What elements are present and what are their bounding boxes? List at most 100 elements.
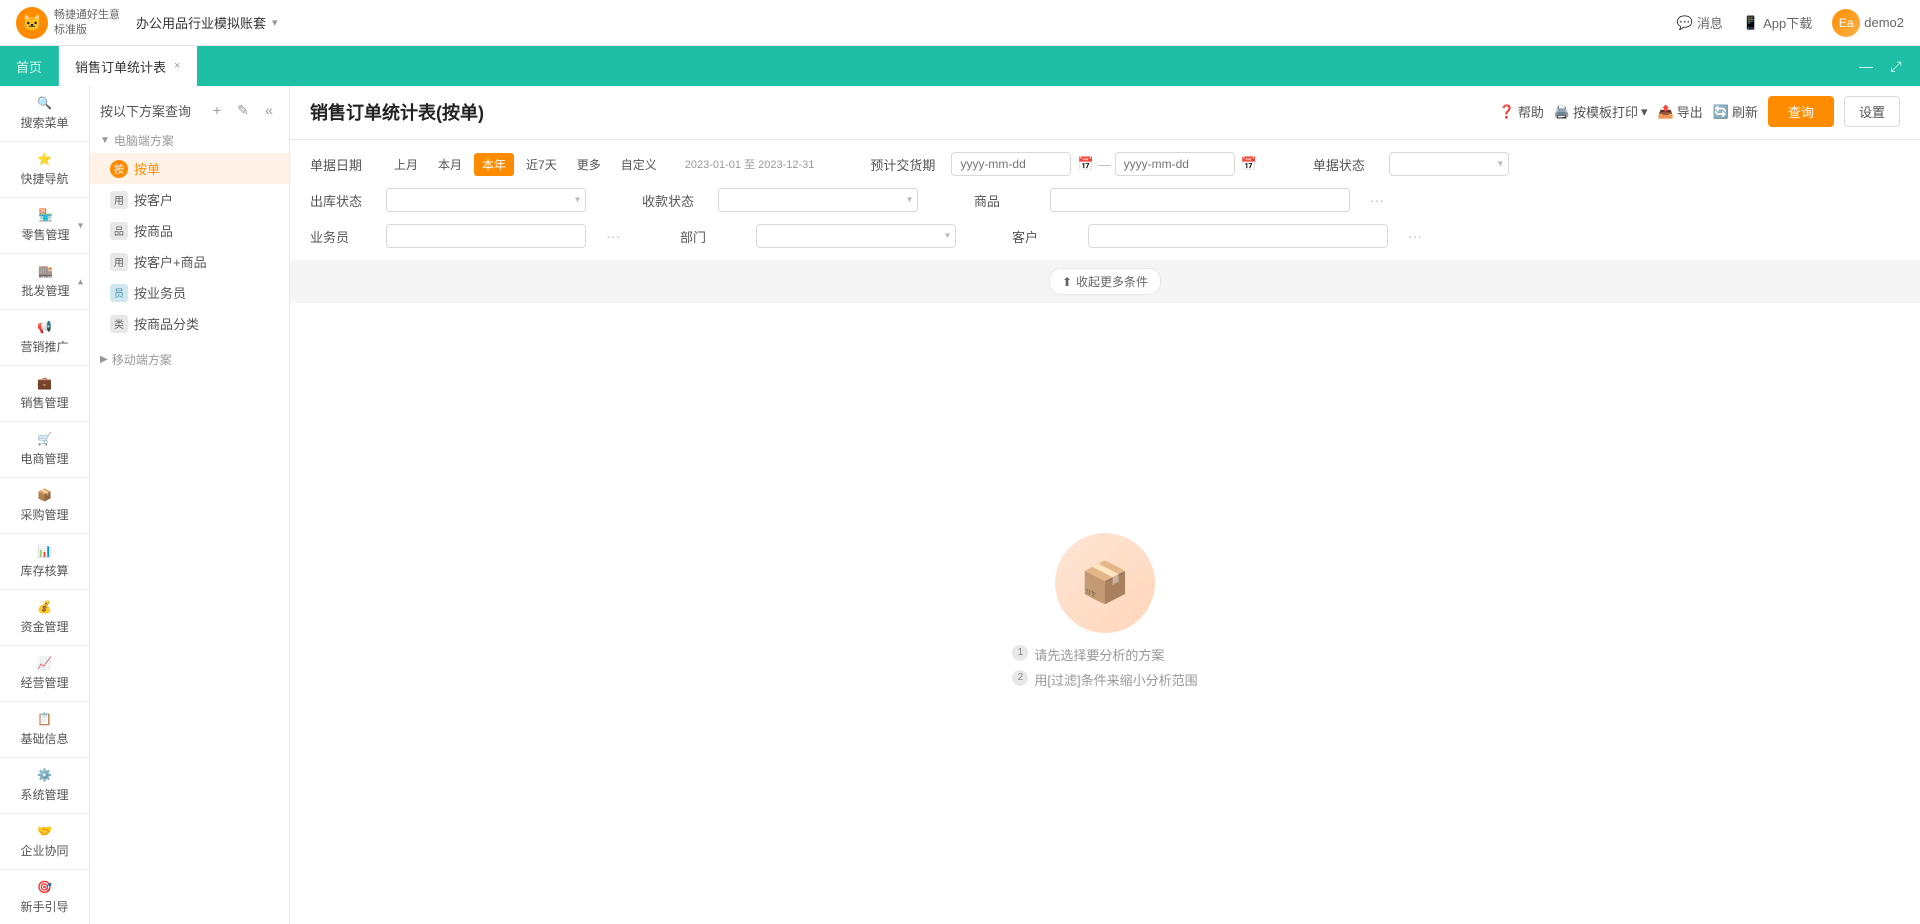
tree-item-by-customer[interactable]: 用 按客户 [90,184,289,215]
minimize-icon[interactable]: — [1854,54,1878,78]
sidebar-item-quick-nav[interactable]: ⭐ 快捷导航 [0,142,89,198]
help-icon: ❓ [1499,104,1515,120]
search-button[interactable]: 查询 [1768,96,1834,127]
tree-item-by-goods[interactable]: 品 按商品 [90,215,289,246]
goods-more-button[interactable]: ··· [1366,192,1388,208]
by-order-icon: 按 [110,160,128,178]
app-logo[interactable]: 🐱 畅捷通好生意 标准版 [16,7,120,39]
edit-scheme-button[interactable]: ✎ [233,100,253,120]
help-button[interactable]: ❓ 帮助 [1499,102,1544,121]
tree-item-by-customer-goods[interactable]: 用 按客户+商品 [90,246,289,277]
sidebar-item-onboarding[interactable]: 🎯 新手引导 [0,870,89,924]
collapse-panel-button[interactable]: « [259,100,279,120]
print-dropdown-icon: ▾ [1641,104,1648,120]
filter-row-people: 业务员 ··· 部门 ▾ 客户 ··· [310,224,1900,248]
page-header: 销售订单统计表(按单) ❓ 帮助 🖨️ 按模板打印 ▾ 📤 [290,86,1920,140]
page-selector-dropdown-icon[interactable]: ▾ [272,16,278,29]
app-download-button[interactable]: 📱 App下载 [1743,13,1812,32]
tab-home[interactable]: 首页 [0,46,59,86]
tree-item-by-order[interactable]: 按 按单 [90,153,289,184]
user-profile[interactable]: Ea demo2 [1832,9,1904,37]
logo-icon: 🐱 [16,7,48,39]
nav-tab-icons: — ⤢ [1842,46,1920,86]
calendar-end-icon[interactable]: 📅 [1241,156,1257,172]
delivery-status-select-wrapper: ▾ [386,188,586,212]
export-icon: 📤 [1658,104,1674,120]
maximize-icon[interactable]: ⤢ [1884,54,1908,78]
sidebar-item-search-menu[interactable]: 🔍 搜索菜单 [0,86,89,142]
retail-icon: 🏪 [38,208,53,222]
department-label: 部门 [680,227,740,246]
sidebar-item-purchase[interactable]: 📦 采购管理 [0,478,89,534]
payment-status-label: 收款状态 [642,191,702,210]
print-icon: 🖨️ [1554,104,1570,120]
calendar-start-icon[interactable]: 📅 [1077,156,1093,172]
department-select-wrapper: ▾ [756,224,956,248]
status-select[interactable] [1389,152,1509,176]
sidebar-item-basic-info[interactable]: 📋 基础信息 [0,702,89,758]
salesperson-more-button[interactable]: ··· [602,228,624,244]
delivery-status-select[interactable] [386,188,586,212]
sidebar-item-sales[interactable]: 💼 销售管理 [0,366,89,422]
sidebar-item-wholesale[interactable]: 🏬 批发管理 ▴ [0,254,89,310]
department-select[interactable] [756,224,956,248]
star-icon: ⭐ [37,152,52,166]
export-button[interactable]: 📤 导出 [1658,102,1703,121]
right-main: 销售订单统计表(按单) ❓ 帮助 🖨️ 按模板打印 ▾ 📤 [290,86,1920,924]
page-header-top: 销售订单统计表(按单) ❓ 帮助 🖨️ 按模板打印 ▾ 📤 [310,96,1900,127]
tree-item-by-salesperson[interactable]: 员 按业务员 [90,277,289,308]
tip-num-1: 1 [1012,645,1028,661]
expected-date-group: 📅 — 📅 [951,152,1256,176]
search-icon: 🔍 [37,96,52,110]
tab-close-icon[interactable]: × [174,60,180,72]
expected-date-start-input[interactable] [951,152,1071,176]
inventory-icon: 📊 [37,544,52,558]
customer-input[interactable] [1088,224,1388,248]
pc-section-label: ▼ 电脑端方案 [90,128,289,153]
collapse-conditions-button[interactable]: ⬆ 收起更多条件 [1049,268,1161,295]
filter-row-status: 出库状态 ▾ 收款状态 ▾ 商品 [310,188,1900,212]
salesperson-input[interactable] [386,224,586,248]
salesperson-label: 业务员 [310,227,370,246]
sidebar-item-inventory[interactable]: 📊 库存核算 [0,534,89,590]
page-header-actions: ❓ 帮助 🖨️ 按模板打印 ▾ 📤 导出 � [1499,96,1900,127]
message-button[interactable]: 💬 消息 [1677,13,1723,32]
date-tab-this-year[interactable]: 本年 [474,153,514,176]
tree-item-by-category[interactable]: 类 按商品分类 [90,308,289,339]
payment-status-select[interactable] [718,188,918,212]
customer-more-button[interactable]: ··· [1404,228,1426,244]
expected-date-end-input[interactable] [1115,152,1235,176]
print-button[interactable]: 🖨️ 按模板打印 ▾ [1554,102,1648,121]
page-selector-title[interactable]: 办公用品行业模拟账套 [136,13,266,32]
ecommerce-icon: 🛒 [37,432,52,446]
tab-sales-order-statistics[interactable]: 销售订单统计表 × [59,46,197,86]
sidebar-item-enterprise[interactable]: 🤝 企业协同 [0,814,89,870]
left-panel-title: 按以下方案查询 [100,101,191,120]
main-layout: 🔍 搜索菜单 ⭐ 快捷导航 🏪 零售管理 ▾ 🏬 批发管理 ▴ 📢 营销推广 💼… [0,86,1920,924]
sidebar-item-system[interactable]: ⚙️ 系统管理 [0,758,89,814]
by-goods-icon: 品 [110,222,128,240]
sidebar-item-retail[interactable]: 🏪 零售管理 ▾ [0,198,89,254]
add-scheme-button[interactable]: + [207,100,227,120]
status-filter-label: 单据状态 [1313,155,1373,174]
sidebar-item-operations[interactable]: 📈 经营管理 [0,646,89,702]
refresh-button[interactable]: 🔄 刷新 [1713,102,1758,121]
left-panel-header: 按以下方案查询 + ✎ « [90,96,289,128]
mobile-section-expand-icon: ▶ [100,354,108,365]
goods-input[interactable] [1050,188,1350,212]
date-tab-custom[interactable]: 自定义 [613,153,665,176]
date-tab-last-month[interactable]: 上月 [386,153,426,176]
sidebar-item-finance[interactable]: 💰 资金管理 [0,590,89,646]
sales-icon: 💼 [37,376,52,390]
left-panel-actions: + ✎ « [207,100,279,120]
nav-tabs: 首页 销售订单统计表 × — ⤢ [0,46,1920,86]
sidebar-item-marketing[interactable]: 📢 营销推广 [0,310,89,366]
sidebar-item-ecommerce[interactable]: 🛒 电商管理 [0,422,89,478]
date-tab-7days[interactable]: 近7天 [518,153,565,176]
marketing-icon: 📢 [37,320,52,334]
date-tab-this-month[interactable]: 本月 [430,153,470,176]
date-tab-more[interactable]: 更多 [569,153,609,176]
page-content: 按以下方案查询 + ✎ « ▼ 电脑端方案 按 [90,86,1920,924]
settings-button[interactable]: 设置 [1844,96,1900,127]
tip-num-2: 2 [1012,670,1028,686]
